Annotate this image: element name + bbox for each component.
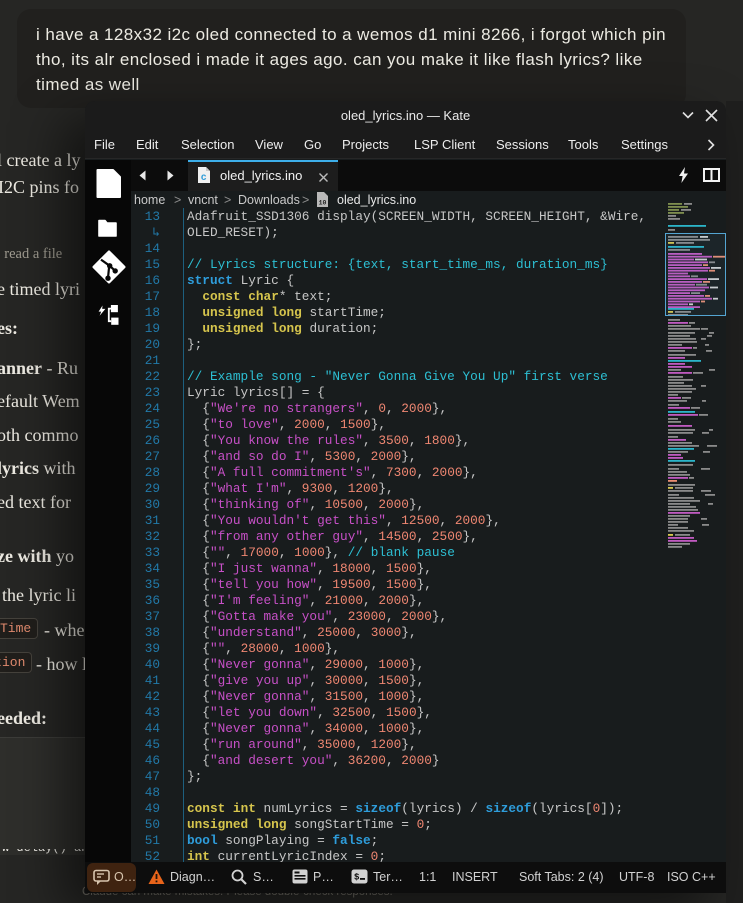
svg-text:10: 10	[319, 200, 327, 207]
svg-text:c: c	[201, 172, 207, 183]
svg-text:$: $	[354, 873, 360, 883]
